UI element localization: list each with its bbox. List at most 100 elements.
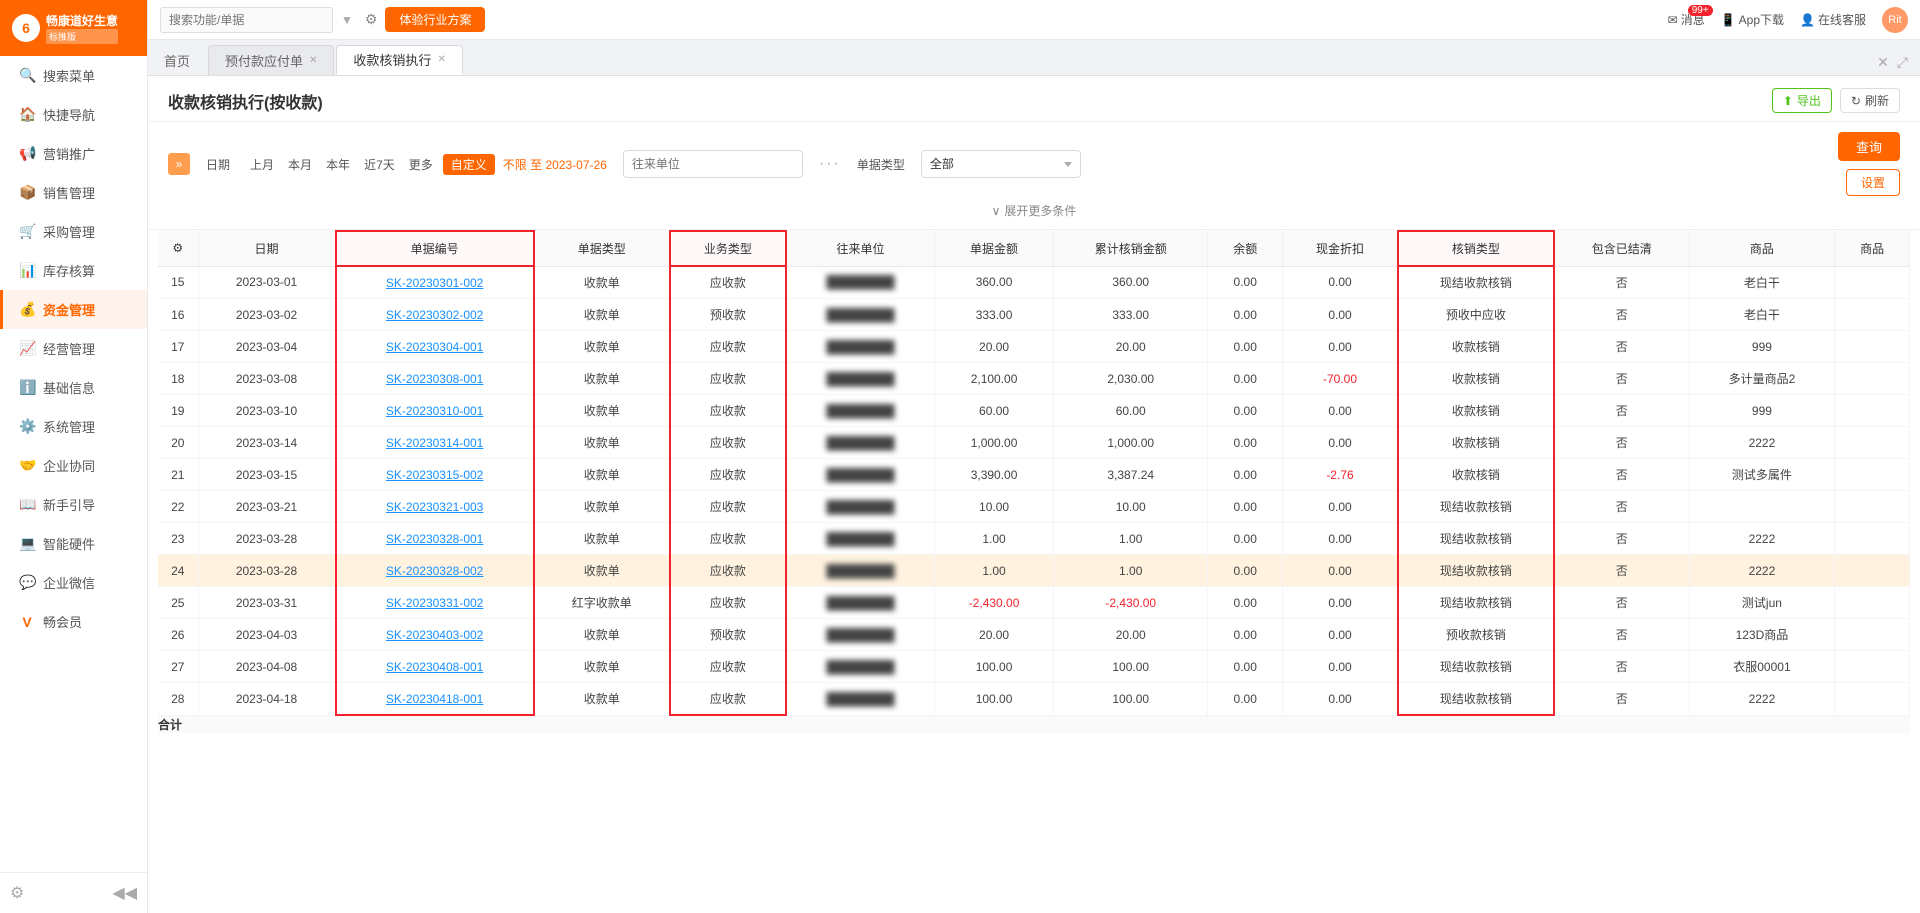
message-area[interactable]: ✉ 消息 99+ — [1668, 11, 1705, 28]
cell-amount: 20.00 — [935, 619, 1054, 651]
page-actions: ⬆ 导出 ↻ 刷新 — [1772, 88, 1900, 113]
sidebar-item-search[interactable]: 🔍 搜索菜单 — [0, 56, 147, 95]
sidebar-item-basic[interactable]: ℹ️ 基础信息 — [0, 368, 147, 407]
cell-id: 20 — [158, 427, 198, 459]
cell-doc-no[interactable]: SK-20230321-003 — [336, 491, 534, 523]
cell-date: 2023-04-03 — [198, 619, 336, 651]
cell-doc-type: 收款单 — [534, 363, 670, 395]
cell-doc-no[interactable]: SK-20230301-002 — [336, 266, 534, 299]
doc-no-link[interactable]: SK-20230304-001 — [386, 340, 483, 354]
date-btn-this-year[interactable]: 本年 — [322, 154, 354, 175]
user-avatar[interactable]: Rit — [1882, 7, 1908, 33]
cell-id: 16 — [158, 299, 198, 331]
page-title: 收款核销执行(按收款) — [168, 89, 323, 113]
date-btn-more[interactable]: 更多 — [405, 154, 437, 175]
app-download[interactable]: 📱 App下载 — [1721, 11, 1784, 28]
query-button[interactable]: 查询 — [1838, 132, 1900, 161]
sidebar-item-marketing[interactable]: 📢 营销推广 — [0, 134, 147, 173]
cell-product: 老白干 — [1689, 299, 1835, 331]
doc-no-link[interactable]: SK-20230331-002 — [386, 596, 483, 610]
logo-icon: 6 — [12, 14, 40, 42]
cell-doc-no[interactable]: SK-20230328-001 — [336, 523, 534, 555]
setting-button[interactable]: 设置 — [1846, 169, 1900, 196]
date-custom-btn[interactable]: 自定义 — [443, 154, 495, 175]
date-btn-7days[interactable]: 近7天 — [360, 154, 399, 175]
refresh-button[interactable]: ↻ 刷新 — [1840, 88, 1900, 113]
close-tab-btn[interactable]: ✕ — [1877, 54, 1889, 71]
tab-prepay-close[interactable]: ✕ — [309, 55, 317, 66]
cell-product2 — [1835, 587, 1910, 619]
cell-doc-no[interactable]: SK-20230328-002 — [336, 555, 534, 587]
sidebar-item-enterprise[interactable]: 🤝 企业协同 — [0, 446, 147, 485]
col-cancel-type: 核销类型 — [1398, 231, 1554, 266]
cell-acc-amount: 1.00 — [1054, 523, 1208, 555]
sidebar-item-member[interactable]: V 畅会员 — [0, 602, 147, 641]
col-discount: 现金折扣 — [1283, 231, 1398, 266]
sidebar-bottom: ⚙ ◀◀ — [0, 872, 147, 913]
topbar-search-input[interactable] — [160, 7, 333, 33]
filter-toggle-btn[interactable]: » — [168, 153, 190, 175]
cell-doc-type: 收款单 — [534, 683, 670, 716]
cell-doc-no[interactable]: SK-20230308-001 — [336, 363, 534, 395]
doc-no-link[interactable]: SK-20230418-001 — [386, 692, 483, 706]
collapse-icon[interactable]: ◀◀ — [112, 883, 137, 903]
tab-receipt-exec[interactable]: 收款核销执行 ✕ — [336, 45, 462, 75]
partner-input[interactable] — [623, 150, 803, 178]
doc-type-select[interactable]: 全部 — [921, 150, 1081, 178]
solution-button[interactable]: 体验行业方案 — [385, 7, 485, 32]
cell-doc-no[interactable]: SK-20230302-002 — [336, 299, 534, 331]
sidebar-item-purchase[interactable]: 🛒 采购管理 — [0, 212, 147, 251]
cell-doc-no[interactable]: SK-20230408-001 — [336, 651, 534, 683]
doc-no-link[interactable]: SK-20230315-002 — [386, 468, 483, 482]
doc-no-link[interactable]: SK-20230308-001 — [386, 372, 483, 386]
sidebar-item-operations[interactable]: 📈 经营管理 — [0, 329, 147, 368]
tab-receipt-exec-close[interactable]: ✕ — [437, 54, 445, 65]
sidebar-item-sales[interactable]: 📦 销售管理 — [0, 173, 147, 212]
export-button[interactable]: ⬆ 导出 — [1772, 88, 1832, 113]
date-btn-this-month[interactable]: 本月 — [284, 154, 316, 175]
online-service[interactable]: 👤 在线客服 — [1800, 11, 1866, 28]
sidebar-item-finance[interactable]: 💰 资金管理 — [0, 290, 147, 329]
sidebar-item-system[interactable]: ⚙️ 系统管理 — [0, 407, 147, 446]
sidebar-item-hardware[interactable]: 💻 智能硬件 — [0, 524, 147, 563]
sidebar-item-inventory[interactable]: 📊 库存核算 — [0, 251, 147, 290]
doc-no-link[interactable]: SK-20230408-001 — [386, 660, 483, 674]
cell-discount: -70.00 — [1283, 363, 1398, 395]
cell-included: 否 — [1554, 491, 1689, 523]
doc-no-link[interactable]: SK-20230310-001 — [386, 404, 483, 418]
cell-doc-no[interactable]: SK-20230418-001 — [336, 683, 534, 716]
cell-doc-no[interactable]: SK-20230403-002 — [336, 619, 534, 651]
sidebar-item-quick[interactable]: 🏠 快捷导航 — [0, 95, 147, 134]
doc-no-link[interactable]: SK-20230403-002 — [386, 628, 483, 642]
doc-no-link[interactable]: SK-20230328-001 — [386, 532, 483, 546]
cell-biz-type: 应收款 — [670, 491, 786, 523]
col-gear[interactable]: ⚙ — [158, 231, 198, 266]
doc-no-link[interactable]: SK-20230328-002 — [386, 564, 483, 578]
sidebar-item-wechat[interactable]: 💬 企业微信 — [0, 563, 147, 602]
doc-no-link[interactable]: SK-20230314-001 — [386, 436, 483, 450]
topbar-gear-icon[interactable]: ⚙ — [365, 11, 378, 28]
tab-prepay[interactable]: 预付款应付单 ✕ — [208, 45, 334, 75]
cell-doc-no[interactable]: SK-20230310-001 — [336, 395, 534, 427]
cell-cancel-type: 现结收款核销 — [1398, 555, 1554, 587]
filter-dots[interactable]: ··· — [819, 155, 841, 173]
doc-no-link[interactable]: SK-20230321-003 — [386, 500, 483, 514]
cell-doc-no[interactable]: SK-20230331-002 — [336, 587, 534, 619]
doc-no-link[interactable]: SK-20230301-002 — [386, 276, 483, 290]
doc-no-link[interactable]: SK-20230302-002 — [386, 308, 483, 322]
cell-included: 否 — [1554, 331, 1689, 363]
settings-bottom-icon[interactable]: ⚙ — [10, 883, 24, 903]
sidebar-item-guide[interactable]: 📖 新手引导 — [0, 485, 147, 524]
cell-discount: 0.00 — [1283, 331, 1398, 363]
cell-doc-no[interactable]: SK-20230315-002 — [336, 459, 534, 491]
expand-more-btn[interactable]: ∨ 展开更多条件 — [992, 202, 1077, 219]
cell-included: 否 — [1554, 427, 1689, 459]
maximize-btn[interactable]: ⤢ — [1897, 54, 1908, 71]
date-btn-last-month[interactable]: 上月 — [246, 154, 278, 175]
cell-balance: 0.00 — [1208, 619, 1283, 651]
cell-partner: ████████ — [786, 266, 935, 299]
cell-doc-no[interactable]: SK-20230304-001 — [336, 331, 534, 363]
table-footer: 合计 — [158, 715, 1910, 733]
cell-doc-no[interactable]: SK-20230314-001 — [336, 427, 534, 459]
tab-home[interactable]: 首页 — [148, 45, 206, 75]
